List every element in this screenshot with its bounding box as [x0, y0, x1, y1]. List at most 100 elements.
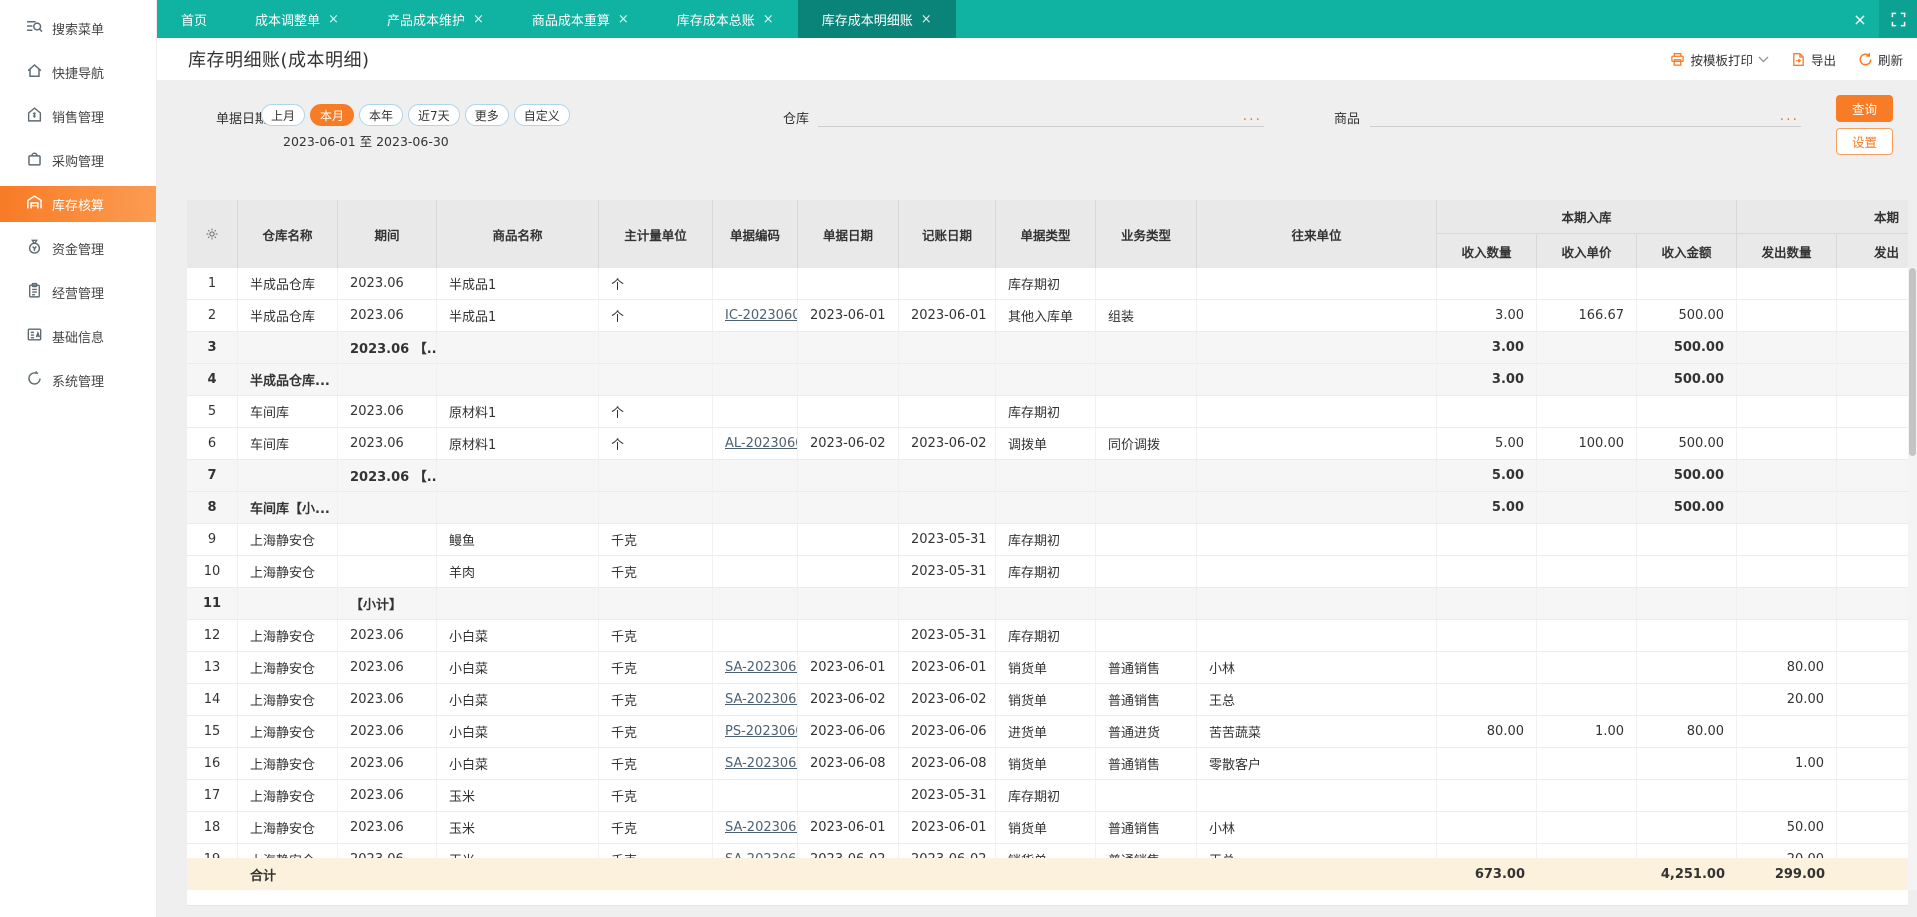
- cell-unit: [599, 492, 713, 523]
- column-header-partner: 往来单位: [1197, 200, 1437, 268]
- sales-icon: [26, 106, 43, 127]
- cell-in-qty: [1437, 684, 1537, 715]
- chip-last-month[interactable]: 上月: [261, 104, 306, 126]
- cell-doc-code: [713, 332, 798, 363]
- cell-out-price: [1837, 812, 1908, 843]
- export-button[interactable]: 导出: [1791, 50, 1836, 69]
- cell-in-amount: [1637, 268, 1737, 299]
- close-icon[interactable]: ×: [473, 13, 484, 26]
- cell-doc-code[interactable]: IC-20230601-0: [713, 300, 798, 331]
- sidebar-item-system[interactable]: 系统管理: [0, 362, 156, 398]
- cell-row-number: 18: [187, 812, 238, 843]
- tab-inventory-cost-ledger[interactable]: 库存成本总账 ×: [653, 0, 798, 38]
- table-row[interactable]: 13 上海静安仓 2023.06 小白菜 千克 SA-20230601-0 20…: [187, 652, 1908, 684]
- sidebar-item-menu-search[interactable]: 搜索菜单: [0, 10, 156, 46]
- close-icon[interactable]: ×: [763, 13, 774, 26]
- cell-biz-type: 组装: [1096, 300, 1197, 331]
- tab-cost-adjustment[interactable]: 成本调整单 ×: [231, 0, 363, 38]
- table-row[interactable]: 2 半成品仓库 2023.06 半成品1 个 IC-20230601-0 202…: [187, 300, 1908, 332]
- table-row[interactable]: 11 【小计】: [187, 588, 1908, 620]
- chip-last-7-days[interactable]: 近7天: [408, 104, 460, 126]
- sidebar-item-base-info[interactable]: 基础信息: [0, 318, 156, 354]
- scrollbar-thumb[interactable]: [1909, 268, 1916, 456]
- fullscreen-icon[interactable]: [1879, 0, 1917, 38]
- cell-biz-type: 普通销售: [1096, 844, 1197, 858]
- cell-in-price: 1.00: [1537, 716, 1637, 747]
- refresh-button[interactable]: 刷新: [1858, 50, 1903, 69]
- chip-this-month[interactable]: 本月: [310, 104, 355, 126]
- table-row[interactable]: 4 半成品仓库... 3.00 500.00: [187, 364, 1908, 396]
- sidebar-item-quick-nav[interactable]: 快捷导航: [0, 54, 156, 90]
- group-header-out: 本期: [1873, 210, 1899, 225]
- cell-doc-code[interactable]: SA-20230602-0: [713, 844, 798, 858]
- table-row[interactable]: 6 车间库 2023.06 原材料1 个 AL-20230602-0 2023-…: [187, 428, 1908, 460]
- table-row[interactable]: 5 车间库 2023.06 原材料1 个 库存期初: [187, 396, 1908, 428]
- table-row[interactable]: 17 上海静安仓 2023.06 玉米 千克 2023-05-31 库存期初: [187, 780, 1908, 812]
- cell-partner: [1197, 396, 1437, 427]
- cell-row-number: 15: [187, 716, 238, 747]
- cell-warehouse: 车间库: [238, 396, 338, 427]
- table-row[interactable]: 18 上海静安仓 2023.06 玉米 千克 SA-20230601-0 202…: [187, 812, 1908, 844]
- cell-period: [338, 524, 437, 555]
- table-row[interactable]: 19 上海静安仓 2023.06 玉米 千克 SA-20230602-0 202…: [187, 844, 1908, 858]
- sidebar-item-inventory-accounting[interactable]: 库存核算: [0, 186, 156, 222]
- cell-doc-type: [996, 332, 1096, 363]
- cell-doc-type: 销货单: [996, 748, 1096, 779]
- table-row[interactable]: 10 上海静安仓 羊肉 千克 2023-05-31 库存期初: [187, 556, 1908, 588]
- chip-custom[interactable]: 自定义: [513, 104, 570, 126]
- cell-in-amount: 500.00: [1637, 492, 1737, 523]
- chip-more[interactable]: 更多: [464, 104, 509, 126]
- settings-button[interactable]: 设置: [1836, 128, 1893, 155]
- sidebar-item-sales[interactable]: 销售管理: [0, 98, 156, 134]
- tab-product-cost-recalc[interactable]: 商品成本重算 ×: [508, 0, 653, 38]
- sidebar-item-funds[interactable]: 资金管理: [0, 230, 156, 266]
- close-icon[interactable]: ×: [618, 13, 629, 26]
- cell-row-number: 7: [187, 460, 238, 491]
- cell-partner: [1197, 364, 1437, 395]
- cell-out-price: [1837, 716, 1908, 747]
- product-input[interactable]: ···: [1370, 97, 1801, 127]
- close-icon[interactable]: ×: [328, 13, 339, 26]
- table-row[interactable]: 3 2023.06 【... 3.00 500.00: [187, 332, 1908, 364]
- cell-warehouse: 上海静安仓: [238, 812, 338, 843]
- cell-partner: [1197, 460, 1437, 491]
- table-row[interactable]: 1 半成品仓库 2023.06 半成品1 个 库存期初: [187, 268, 1908, 300]
- table-row[interactable]: 16 上海静安仓 2023.06 小白菜 千克 SA-20230608-0 20…: [187, 748, 1908, 780]
- cell-period: 2023.06: [338, 428, 437, 459]
- table-row[interactable]: 9 上海静安仓 鳗鱼 千克 2023-05-31 库存期初: [187, 524, 1908, 556]
- print-by-template-button[interactable]: 按模板打印: [1670, 50, 1769, 69]
- cell-doc-code[interactable]: SA-20230608-0: [713, 748, 798, 779]
- cell-doc-code[interactable]: SA-20230601-0: [713, 812, 798, 843]
- cell-in-qty: [1437, 780, 1537, 811]
- cell-in-price: [1537, 812, 1637, 843]
- column-header-warehouse: 仓库名称: [238, 200, 338, 268]
- cell-doc-code[interactable]: SA-20230601-0: [713, 652, 798, 683]
- table-row[interactable]: 14 上海静安仓 2023.06 小白菜 千克 SA-20230602-0 20…: [187, 684, 1908, 716]
- tab-inventory-cost-detail[interactable]: 库存成本明细账 ×: [797, 0, 956, 38]
- cell-product: 玉米: [437, 780, 599, 811]
- close-icon[interactable]: ×: [921, 13, 932, 26]
- sidebar-item-operations[interactable]: 经营管理: [0, 274, 156, 310]
- cell-doc-code[interactable]: AL-20230602-0: [713, 428, 798, 459]
- sidebar-item-label: 采购管理: [52, 154, 105, 170]
- table-row[interactable]: 8 车间库【小... 5.00 500.00: [187, 492, 1908, 524]
- table-row[interactable]: 12 上海静安仓 2023.06 小白菜 千克 2023-05-31 库存期初: [187, 620, 1908, 652]
- tab-product-cost-maintenance[interactable]: 产品成本维护 ×: [363, 0, 508, 38]
- column-settings-gear-icon[interactable]: [187, 200, 238, 268]
- table-row[interactable]: 15 上海静安仓 2023.06 小白菜 千克 PS-20230606-0 20…: [187, 716, 1908, 748]
- sidebar: 搜索菜单 快捷导航 销售管理 采购管理 库存核算 资金管理 经营管理 基础信息: [0, 0, 157, 917]
- toolbar: 按模板打印 导出 刷新: [1670, 38, 1903, 80]
- cell-doc-date: [798, 364, 899, 395]
- cell-doc-code[interactable]: PS-20230606-0: [713, 716, 798, 747]
- tab-home[interactable]: 首页: [157, 0, 231, 38]
- cell-warehouse: 上海静安仓: [238, 652, 338, 683]
- sidebar-item-purchase[interactable]: 采购管理: [0, 142, 156, 178]
- cell-in-price: 100.00: [1537, 428, 1637, 459]
- search-button[interactable]: 查询: [1836, 95, 1893, 122]
- cell-out-qty: 20.00: [1737, 684, 1837, 715]
- cell-doc-code[interactable]: SA-20230602-0: [713, 684, 798, 715]
- chip-this-year[interactable]: 本年: [359, 104, 404, 126]
- warehouse-input[interactable]: ···: [818, 97, 1264, 127]
- table-row[interactable]: 7 2023.06 【... 5.00 500.00: [187, 460, 1908, 492]
- close-window-icon[interactable]: ×: [1841, 0, 1879, 38]
